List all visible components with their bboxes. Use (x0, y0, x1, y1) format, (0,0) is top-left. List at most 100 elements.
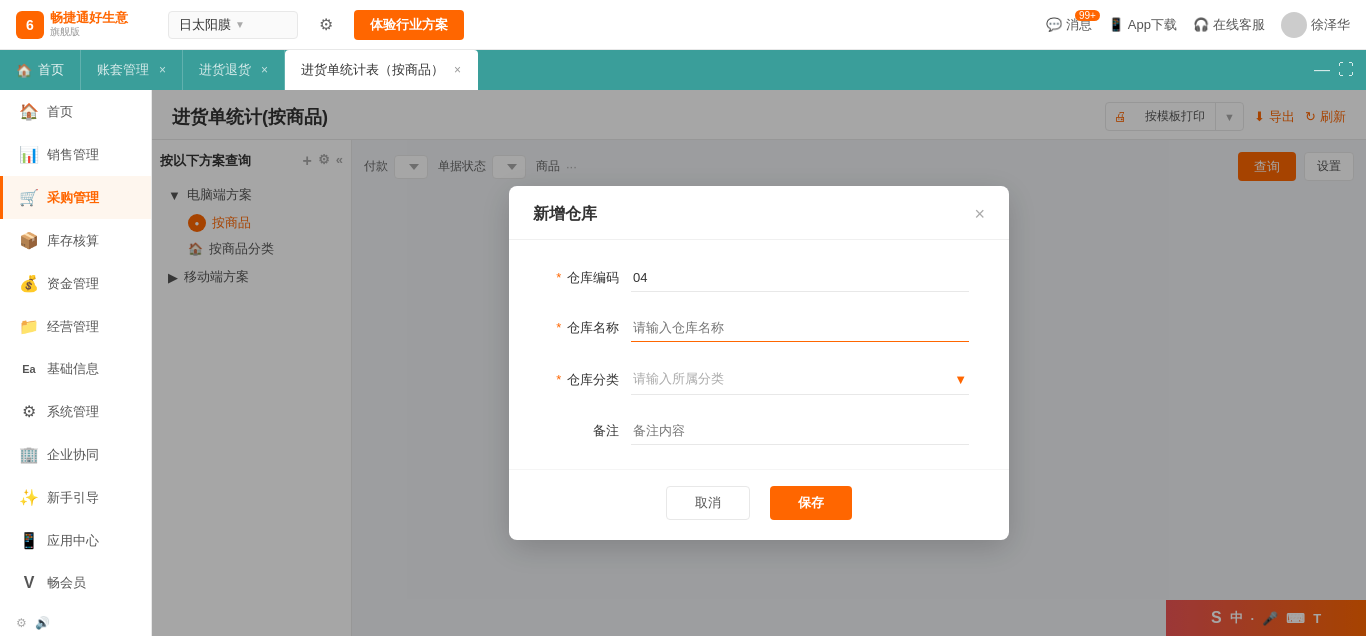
modal-new-warehouse: 新增仓库 × * 仓库编码 * 仓库名称 (509, 186, 1009, 540)
sidebar-item-inventory[interactable]: 📦 库存核算 (0, 219, 151, 262)
modal-footer: 取消 保存 (509, 469, 1009, 540)
tabbar-maximize-icon[interactable]: ⛶ (1338, 61, 1354, 79)
code-input[interactable] (631, 264, 969, 292)
sidebar-item-finance[interactable]: 💰 资金管理 (0, 262, 151, 305)
message-badge: 99+ (1075, 10, 1100, 21)
mobile-icon: 📱 (1108, 17, 1124, 32)
system-nav-icon: ⚙ (19, 402, 39, 421)
tab-accounts[interactable]: 账套管理 × (81, 50, 183, 90)
basic-nav-icon: Ea (19, 363, 39, 375)
purchase-nav-icon: 🛒 (19, 188, 39, 207)
remark-input[interactable] (631, 417, 969, 445)
sidebar-label-inventory: 库存核算 (47, 232, 99, 250)
app-download-button[interactable]: 📱 App下载 (1108, 16, 1177, 34)
sidebar-item-sales[interactable]: 📊 销售管理 (0, 133, 151, 176)
app-label: App下载 (1128, 16, 1177, 34)
user-name: 徐泽华 (1311, 16, 1350, 34)
member-nav-icon: V (19, 574, 39, 592)
tab-home[interactable]: 🏠 首页 (0, 50, 81, 90)
main-content: 进货单统计(按商品) 🖨 按模板打印 ▼ ⬇ 导出 ↻ 刷新 (152, 90, 1366, 636)
logo-text-block: 畅捷通好生意 旗舰版 (50, 10, 128, 40)
store-arrow-icon: ▼ (235, 19, 245, 30)
name-input[interactable] (631, 314, 969, 342)
sidebar-label-sales: 销售管理 (47, 146, 99, 164)
sidebar: 🏠 首页 📊 销售管理 🛒 采购管理 📦 库存核算 💰 资金管理 📁 经营管理 … (0, 90, 152, 636)
sidebar-label-finance: 资金管理 (47, 275, 99, 293)
modal-header: 新增仓库 × (509, 186, 1009, 240)
required-mark-name: * (556, 320, 561, 335)
operations-nav-icon: 📁 (19, 317, 39, 336)
gear-icon: ⚙ (319, 15, 333, 34)
tab-purchase-stat-label: 进货单统计表（按商品） (301, 61, 444, 79)
store-selector[interactable]: 日太阳膜 ▼ (168, 11, 298, 39)
sidebar-item-system[interactable]: ⚙ 系统管理 (0, 390, 151, 433)
tab-home-label: 首页 (38, 61, 64, 79)
form-row-category: * 仓库分类 请输入所属分类 ▼ (549, 364, 969, 395)
modal-overlay: 新增仓库 × * 仓库编码 * 仓库名称 (152, 90, 1366, 636)
sidebar-bottom: ⚙ 🔊 (0, 604, 151, 636)
sidebar-item-operations[interactable]: 📁 经营管理 (0, 305, 151, 348)
sidebar-speaker-icon[interactable]: 🔊 (35, 616, 50, 630)
topbar-right: 💬 消息 99+ 📱 App下载 🎧 在线客服 徐泽华 (1046, 12, 1350, 38)
tab-purchase-stat-close[interactable]: × (454, 63, 461, 77)
apps-nav-icon: 📱 (19, 531, 39, 550)
service-label: 在线客服 (1213, 16, 1265, 34)
sidebar-label-home: 首页 (47, 103, 73, 121)
form-row-code: * 仓库编码 (549, 264, 969, 292)
enterprise-nav-icon: 🏢 (19, 445, 39, 464)
tab-purchase-return-close[interactable]: × (261, 63, 268, 77)
trial-button[interactable]: 体验行业方案 (354, 10, 464, 40)
sidebar-item-purchase[interactable]: 🛒 采购管理 (0, 176, 151, 219)
tab-purchase-return[interactable]: 进货退货 × (183, 50, 285, 90)
required-mark-cat: * (556, 372, 561, 387)
modal-title: 新增仓库 (533, 204, 597, 225)
sidebar-settings-icon[interactable]: ⚙ (16, 616, 27, 630)
code-label: * 仓库编码 (549, 269, 619, 287)
sidebar-label-system: 系统管理 (47, 403, 99, 421)
category-label: * 仓库分类 (549, 371, 619, 389)
tabbar-minimize-icon[interactable]: — (1314, 61, 1330, 79)
gear-button[interactable]: ⚙ (310, 9, 342, 41)
tabbar-end: — ⛶ (1314, 61, 1366, 79)
sidebar-item-home[interactable]: 🏠 首页 (0, 90, 151, 133)
guide-nav-icon: ✨ (19, 488, 39, 507)
sidebar-item-guide[interactable]: ✨ 新手引导 (0, 476, 151, 519)
sidebar-item-member[interactable]: V 畅会员 (0, 562, 151, 604)
sales-nav-icon: 📊 (19, 145, 39, 164)
name-label: * 仓库名称 (549, 319, 619, 337)
tab-purchase-stat[interactable]: 进货单统计表（按商品） × (285, 50, 478, 90)
logo-text: 畅捷通好生意 (50, 10, 128, 26)
modal-body: * 仓库编码 * 仓库名称 * (509, 240, 1009, 469)
tab-accounts-close[interactable]: × (159, 63, 166, 77)
topbar: 6 畅捷通好生意 旗舰版 日太阳膜 ▼ ⚙ 体验行业方案 💬 消息 99+ 📱 … (0, 0, 1366, 50)
home-nav-icon: 🏠 (19, 102, 39, 121)
sidebar-item-enterprise[interactable]: 🏢 企业协同 (0, 433, 151, 476)
form-row-name: * 仓库名称 (549, 314, 969, 342)
store-name: 日太阳膜 (179, 16, 231, 34)
sidebar-label-guide: 新手引导 (47, 489, 99, 507)
main-layout: 🏠 首页 📊 销售管理 🛒 采购管理 📦 库存核算 💰 资金管理 📁 经营管理 … (0, 90, 1366, 636)
tabbar: 🏠 首页 账套管理 × 进货退货 × 进货单统计表（按商品） × — ⛶ (0, 50, 1366, 90)
modal-close-button[interactable]: × (974, 204, 985, 225)
logo-area: 6 畅捷通好生意 旗舰版 (16, 10, 156, 40)
sidebar-item-apps[interactable]: 📱 应用中心 (0, 519, 151, 562)
sidebar-item-basic[interactable]: Ea 基础信息 (0, 348, 151, 390)
home-icon: 🏠 (16, 63, 32, 78)
tab-purchase-return-label: 进货退货 (199, 61, 251, 79)
sidebar-label-basic: 基础信息 (47, 360, 99, 378)
avatar (1281, 12, 1307, 38)
sidebar-label-enterprise: 企业协同 (47, 446, 99, 464)
service-button[interactable]: 🎧 在线客服 (1193, 16, 1265, 34)
inventory-nav-icon: 📦 (19, 231, 39, 250)
tab-accounts-label: 账套管理 (97, 61, 149, 79)
cancel-button[interactable]: 取消 (666, 486, 750, 520)
save-button[interactable]: 保存 (770, 486, 852, 520)
sidebar-label-operations: 经营管理 (47, 318, 99, 336)
user-area[interactable]: 徐泽华 (1281, 12, 1350, 38)
category-select[interactable]: 请输入所属分类 ▼ (631, 364, 969, 395)
form-row-remark: 备注 (549, 417, 969, 445)
category-placeholder: 请输入所属分类 (633, 370, 724, 388)
required-mark-code: * (556, 270, 561, 285)
message-icon: 💬 (1046, 17, 1062, 32)
message-button[interactable]: 💬 消息 99+ (1046, 16, 1092, 34)
